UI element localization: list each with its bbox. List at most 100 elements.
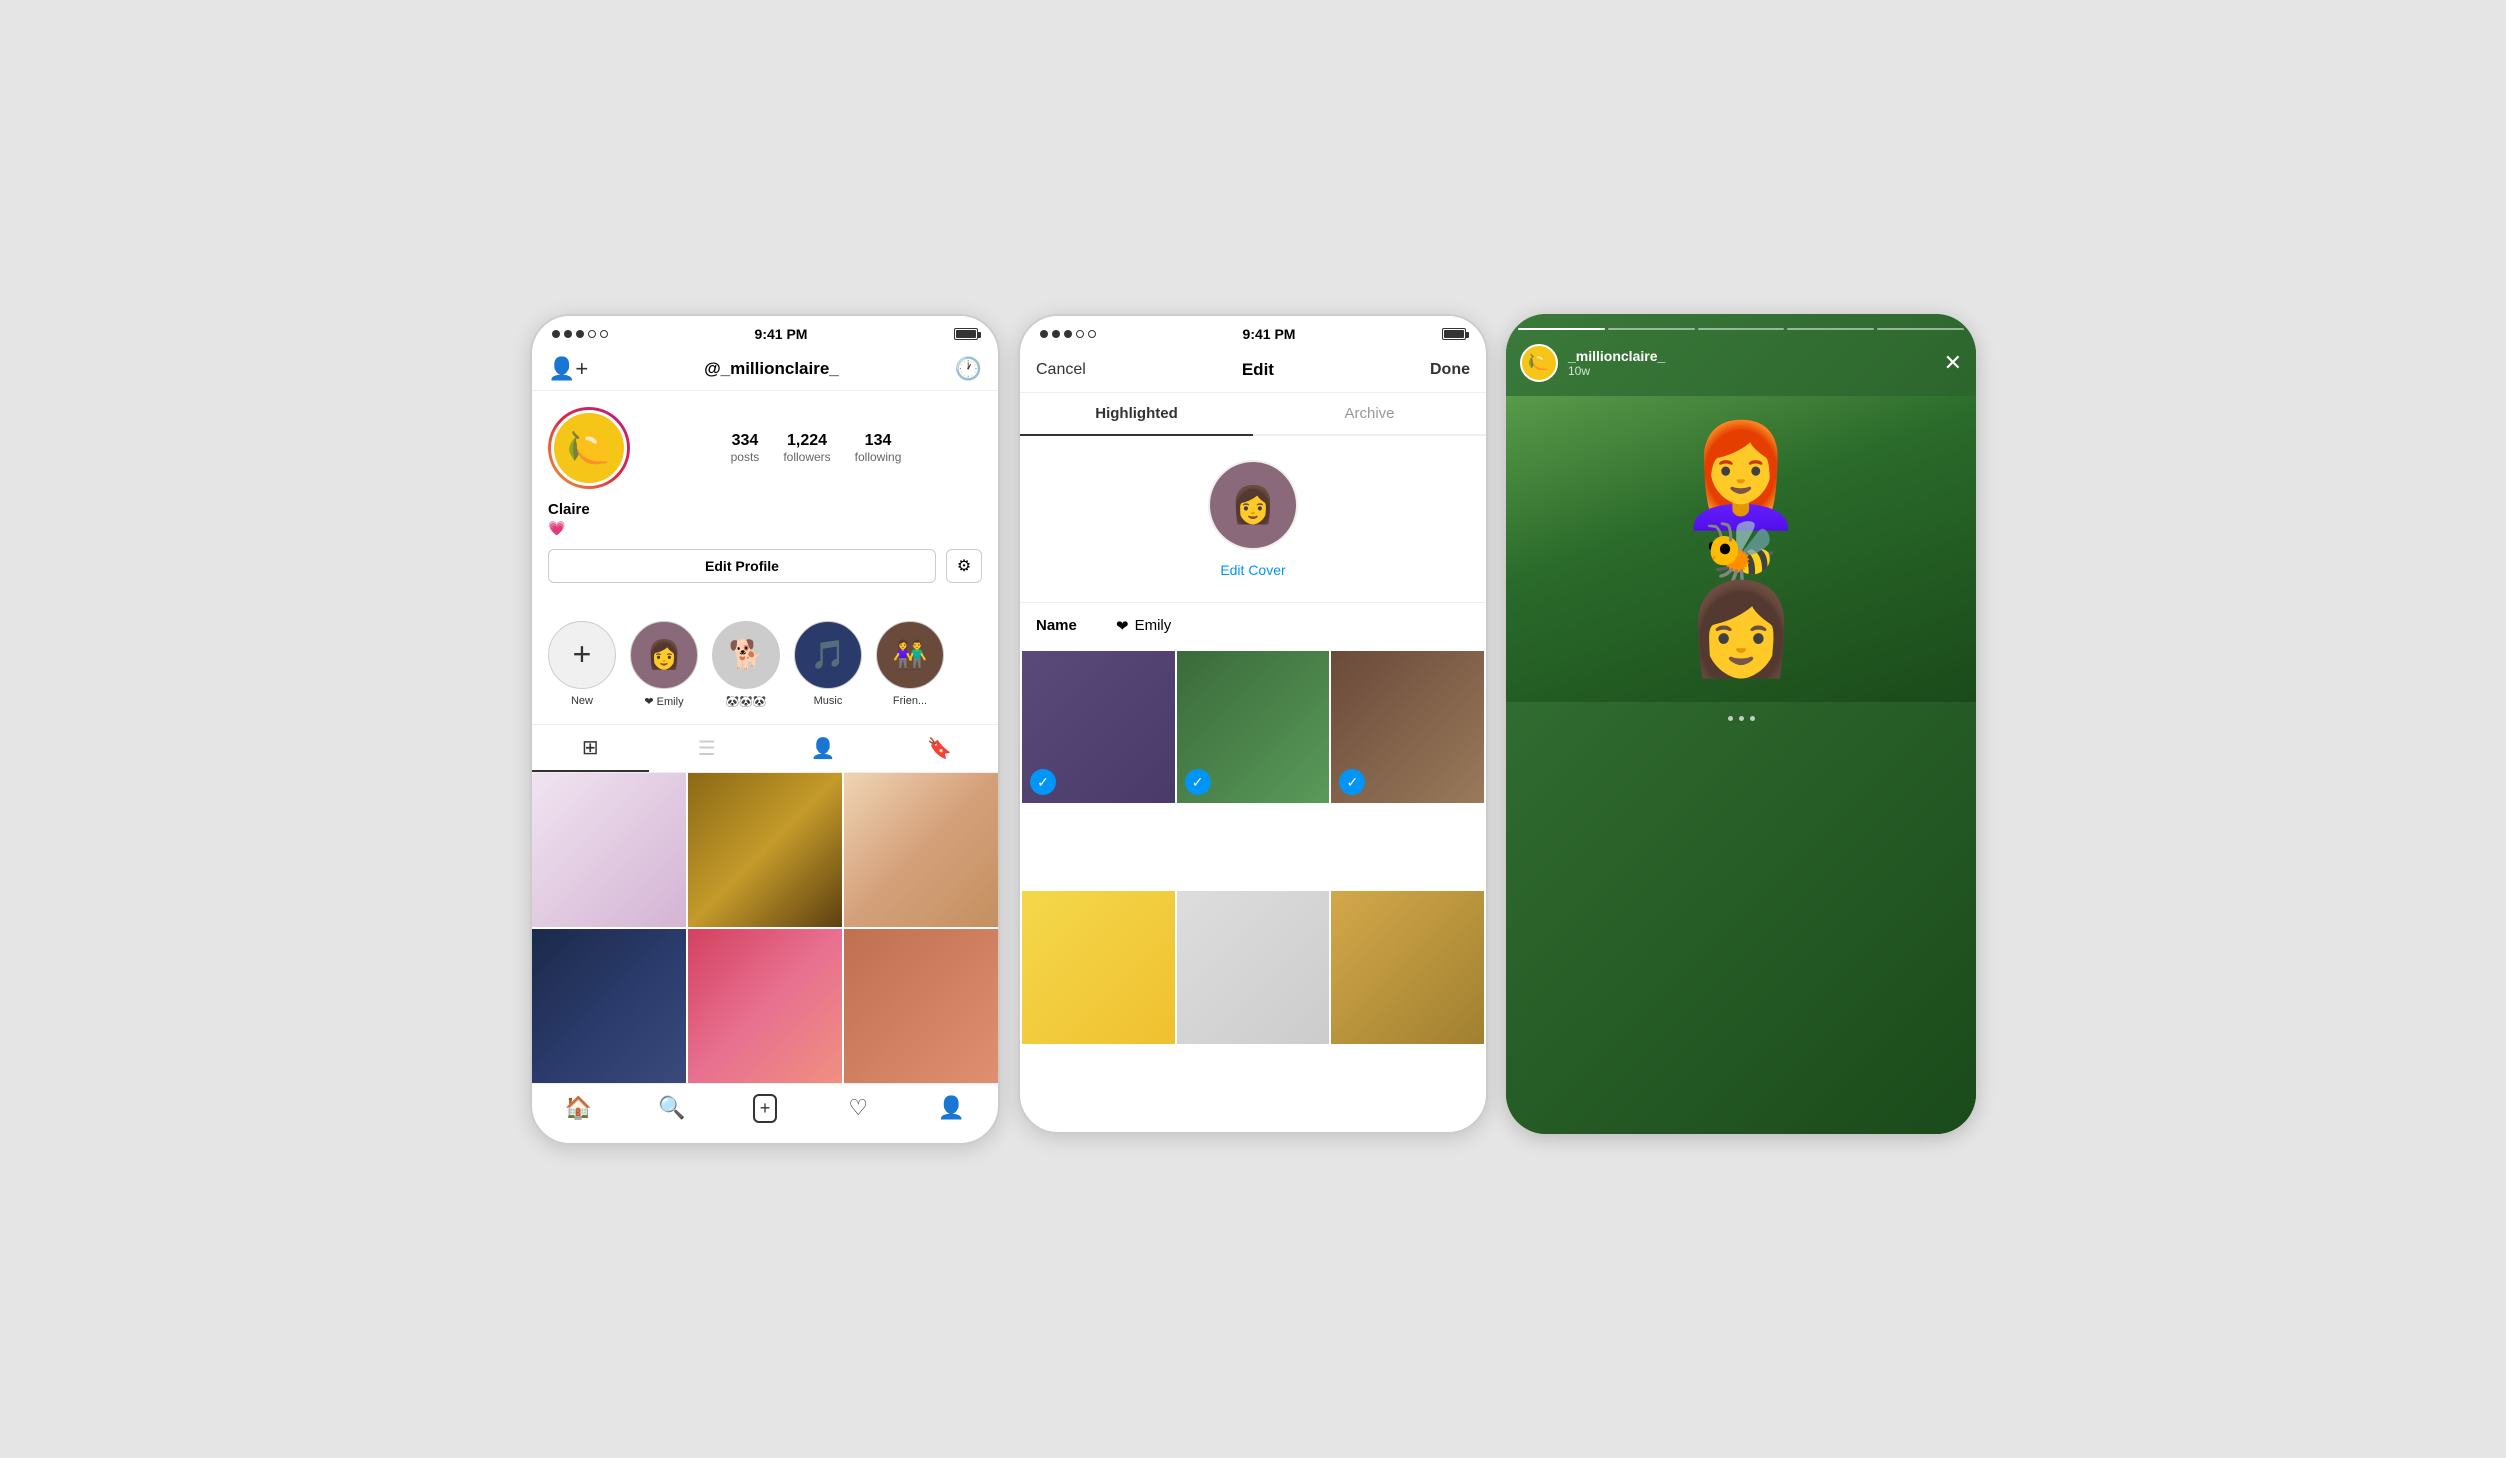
add-user-icon[interactable]: 👤+ [548, 356, 588, 382]
friends-circle: 👫 [876, 621, 944, 689]
profile-username: @_millionclaire_ [704, 359, 839, 379]
archive-tab[interactable]: Archive [1253, 393, 1486, 436]
grid-tab[interactable]: ⊞ [532, 725, 649, 772]
profile-heart: 💗 [548, 520, 982, 537]
music-circle: 🎵 [794, 621, 862, 689]
following-label: following [855, 450, 902, 464]
edit-cover-link[interactable]: Edit Cover [1220, 562, 1285, 578]
story-dot-3 [1750, 716, 1755, 721]
seg-2 [1608, 328, 1695, 330]
check-2: ✓ [1185, 769, 1211, 795]
posts-tabs: ⊞ ☰ 👤 🔖 [532, 724, 998, 773]
close-icon[interactable]: ✕ [1944, 350, 1962, 376]
highlight-music[interactable]: 🎵 Music [794, 621, 862, 708]
new-circle: + [548, 621, 616, 689]
highlight-new[interactable]: + New [548, 621, 616, 708]
photo-5[interactable] [688, 929, 842, 1083]
dot-2 [564, 330, 572, 338]
followers-count: 1,224 [783, 432, 830, 450]
edit-cell-2[interactable]: ✓ [1177, 651, 1330, 804]
edit-cell-4[interactable] [1022, 891, 1175, 1044]
posts-label: posts [731, 450, 760, 464]
seg-1 [1518, 328, 1605, 330]
nav-search[interactable]: 🔍 [625, 1094, 718, 1123]
battery-2 [1442, 328, 1466, 340]
screens-container: 9:41 PM 👤+ @_millionclaire_ 🕐 🍋 334 post… [510, 294, 1996, 1165]
story-header: 🍋 _millionclaire_ 10w ✕ [1506, 338, 1976, 396]
profile-actions: Edit Profile ⚙ [548, 549, 982, 583]
settings-button[interactable]: ⚙ [946, 549, 982, 583]
story-avatar: 🍋 [1520, 344, 1558, 382]
story-photo: 👩‍🦰 🐝 👩 [1506, 396, 1976, 702]
edit-profile-button[interactable]: Edit Profile [548, 549, 936, 583]
story-username[interactable]: _millionclaire_ [1568, 348, 1665, 364]
followers-label: followers [783, 450, 830, 464]
edit-cell-5[interactable] [1177, 891, 1330, 1044]
profile-info: 🍋 334 posts 1,224 followers 134 followin… [532, 391, 998, 613]
edit-cell-1[interactable]: ✓ [1022, 651, 1175, 804]
dot-2b [1052, 330, 1060, 338]
phone-edit: 9:41 PM Cancel Edit Done Highlighted Arc… [1018, 314, 1488, 1134]
signal-dots [552, 330, 608, 338]
story-image-area[interactable]: 👩‍🦰 🐝 👩 [1506, 396, 1976, 702]
story-bottom [1506, 702, 1976, 751]
check-3: ✓ [1339, 769, 1365, 795]
highlight-new-label: New [571, 695, 593, 707]
photo-4[interactable] [532, 929, 686, 1083]
dot-5 [600, 330, 608, 338]
highlight-emily[interactable]: 👩 ❤ Emily [630, 621, 698, 708]
status-bar-1: 9:41 PM [532, 316, 998, 348]
dot-4b [1076, 330, 1084, 338]
seg-4 [1787, 328, 1874, 330]
story-user-info: 🍋 _millionclaire_ 10w [1520, 344, 1665, 382]
following-count: 134 [855, 432, 902, 450]
edit-name-row: Name ❤ Emily [1020, 602, 1486, 649]
avatar: 🍋 [551, 410, 627, 486]
name-label: Name [1036, 617, 1096, 634]
photo-grid [532, 773, 998, 1083]
history-icon[interactable]: 🕐 [955, 356, 982, 382]
photo-1[interactable] [532, 773, 686, 927]
photo-6[interactable] [844, 929, 998, 1083]
saved-tab[interactable]: 🔖 [882, 725, 999, 772]
edit-tabs: Highlighted Archive [1020, 393, 1486, 436]
phone-profile: 9:41 PM 👤+ @_millionclaire_ 🕐 🍋 334 post… [530, 314, 1000, 1145]
story-dot-2 [1739, 716, 1744, 721]
photo-2[interactable] [688, 773, 842, 927]
story-time: 10w [1568, 364, 1665, 378]
stat-following: 134 following [855, 432, 902, 464]
nav-likes[interactable]: ♡ [812, 1094, 905, 1123]
status-time-2: 9:41 PM [1243, 326, 1296, 342]
cancel-button[interactable]: Cancel [1036, 361, 1086, 379]
check-1: ✓ [1030, 769, 1056, 795]
status-bar-2: 9:41 PM [1020, 316, 1486, 348]
nav-add[interactable]: + [718, 1094, 811, 1123]
edit-cell-3[interactable]: ✓ [1331, 651, 1484, 804]
done-button[interactable]: Done [1430, 361, 1470, 379]
dot-1 [552, 330, 560, 338]
highlight-friends[interactable]: 👫 Frien... [876, 621, 944, 708]
tagged-tab[interactable]: 👤 [765, 725, 882, 772]
name-text: Emily [1135, 617, 1172, 634]
posts-count: 334 [731, 432, 760, 450]
highlight-panda-label: 🐼🐼🐼 [725, 695, 766, 708]
photo-3[interactable] [844, 773, 998, 927]
profile-nav: 👤+ @_millionclaire_ 🕐 [532, 348, 998, 391]
edit-grid: ✓ ✓ ✓ [1020, 649, 1486, 1132]
highlight-panda[interactable]: 🐕 🐼🐼🐼 [712, 621, 780, 708]
settings-icon: ⚙ [957, 556, 971, 576]
nav-profile[interactable]: 👤 [905, 1094, 998, 1123]
bottom-nav: 🏠 🔍 + ♡ 👤 [532, 1083, 998, 1143]
dot-1b [1040, 330, 1048, 338]
status-icons-1 [954, 328, 978, 340]
avatar-wrapper: 🍋 [548, 407, 630, 489]
highlight-emily-label: ❤ Emily [644, 695, 683, 708]
seg-5 [1877, 328, 1964, 330]
edit-cell-6[interactable] [1331, 891, 1484, 1044]
name-heart-icon: ❤ [1116, 617, 1129, 635]
dot-5b [1088, 330, 1096, 338]
list-tab[interactable]: ☰ [649, 725, 766, 772]
nav-home[interactable]: 🏠 [532, 1094, 625, 1123]
highlighted-tab[interactable]: Highlighted [1020, 393, 1253, 436]
story-dot-1 [1728, 716, 1733, 721]
